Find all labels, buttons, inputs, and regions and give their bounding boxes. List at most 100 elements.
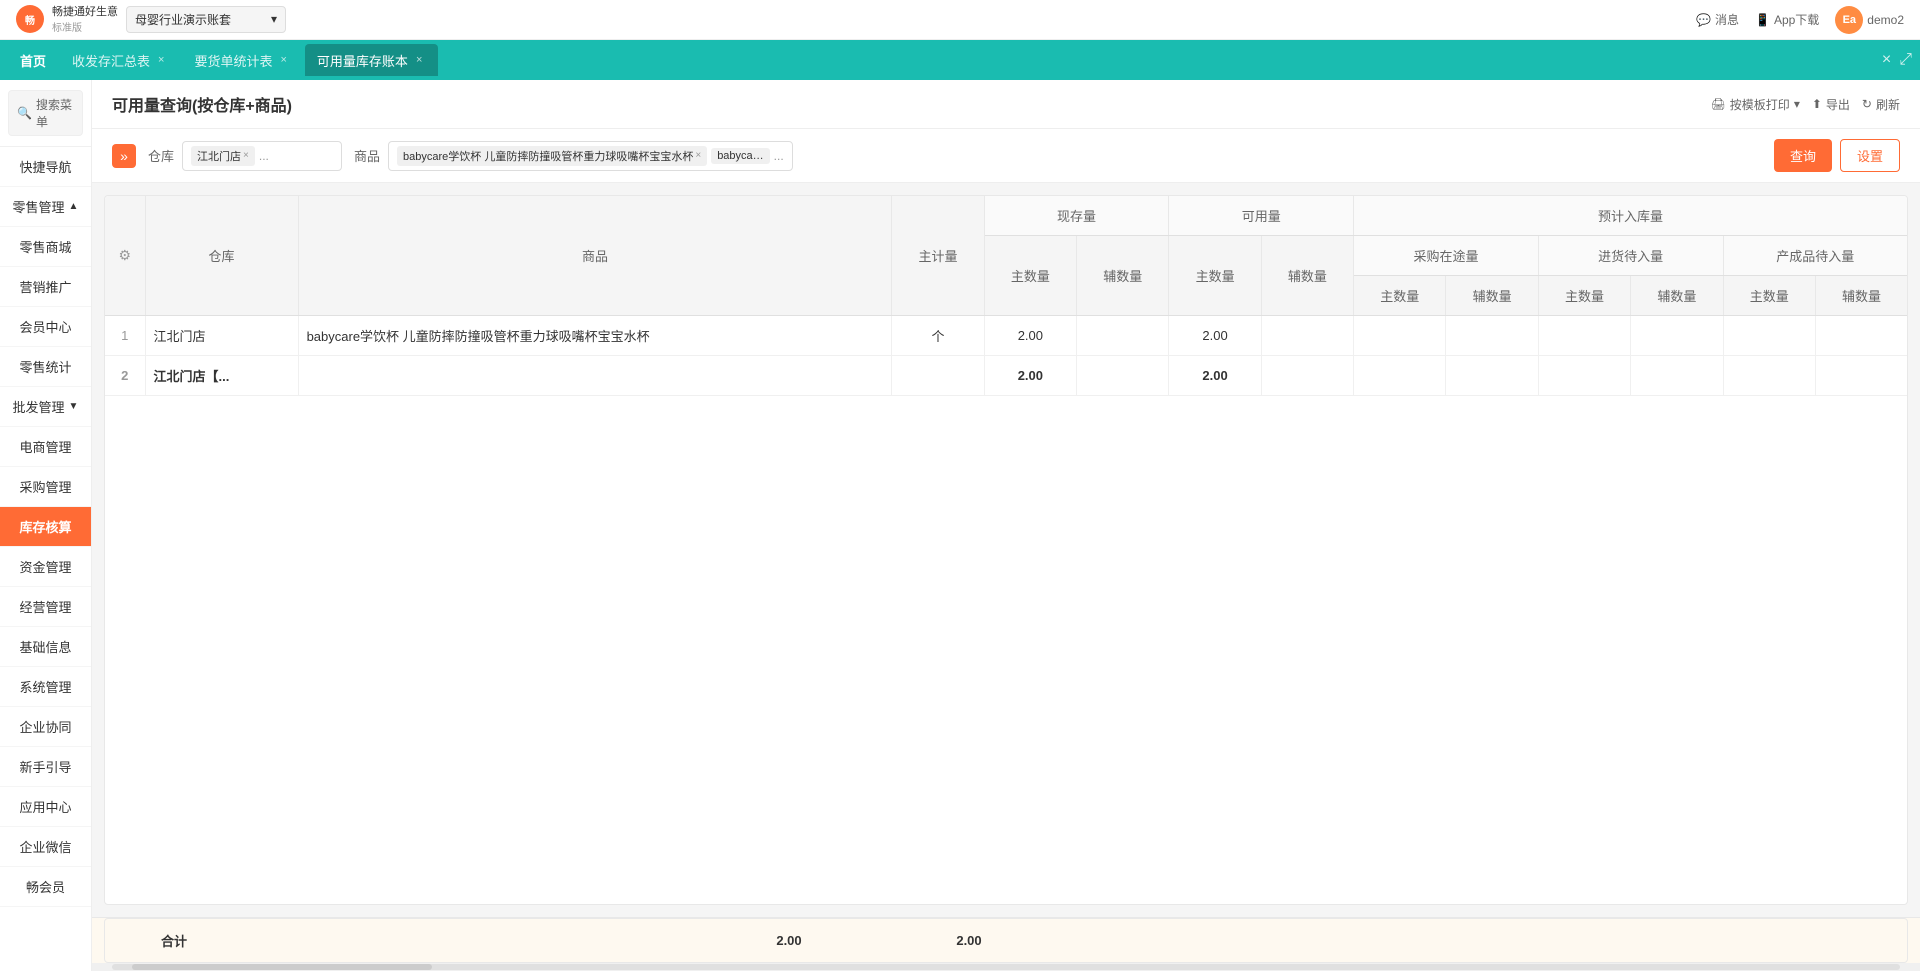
row-1-pp-aux	[1631, 316, 1723, 356]
row-2-product	[298, 356, 892, 396]
product-filter: 商品 babycare学饮杯 儿童防摔防撞吸管杯重力球吸嘴杯宝宝水杯 × bab…	[354, 141, 793, 171]
th-product: 商品	[298, 196, 892, 316]
th-purchase-transit-aux: 辅数量	[1446, 276, 1538, 316]
tab-order-stats[interactable]: 要货单统计表 ×	[182, 44, 302, 76]
warehouse-input[interactable]: 江北门店 × ...	[182, 141, 342, 171]
top-bar-left: 畅 畅捷通好生意 标准版 母婴行业演示账套 ▾	[16, 5, 286, 34]
content-area: 可用量查询(按仓库+商品) 🖨 按模板打印 ▾ ⬆ 导出 ↻ 刷新	[92, 80, 1920, 971]
sidebar-item-member[interactable]: 畅会员	[0, 867, 91, 907]
th-purchase-pending-group: 进货待入量	[1538, 236, 1723, 276]
row-2-pp-main	[1538, 356, 1630, 396]
tab-available-inventory-close[interactable]: ×	[412, 52, 426, 68]
product-tag2: babyca…	[711, 148, 769, 164]
tab-home[interactable]: 首页	[8, 44, 58, 76]
app-download-btn[interactable]: 📱 App下载	[1755, 11, 1819, 28]
row-2-pp-aux	[1631, 356, 1723, 396]
table-row: 2 江北门店【... 2.00 2.00	[105, 356, 1907, 396]
brand-info: 畅捷通好生意 标准版	[52, 5, 118, 34]
page-header-actions: 🖨 按模板打印 ▾ ⬆ 导出 ↻ 刷新	[1711, 96, 1900, 113]
sidebar-item-retail-stats[interactable]: 零售统计	[0, 347, 91, 387]
avatar: Ea	[1835, 6, 1863, 34]
sidebar-item-inventory[interactable]: 库存核算	[0, 507, 91, 547]
warehouse-filter: 仓库 江北门店 × ...	[148, 141, 342, 171]
sidebar-item-system[interactable]: 系统管理	[0, 667, 91, 707]
product-tag1-close[interactable]: ×	[695, 150, 701, 161]
user-name: demo2	[1867, 13, 1904, 27]
sidebar-item-finance[interactable]: 资金管理	[0, 547, 91, 587]
product-label: 商品	[354, 146, 380, 165]
printer-icon: 🖨	[1711, 97, 1726, 111]
row-1-available-aux	[1261, 316, 1353, 356]
th-purchase-transit-main: 主数量	[1354, 276, 1446, 316]
warehouse-label: 仓库	[148, 146, 174, 165]
sidebar-item-wechat[interactable]: 企业微信	[0, 827, 91, 867]
search-menu-btn[interactable]: 🔍 搜索菜单	[8, 90, 83, 136]
th-available-main: 主数量	[1169, 236, 1261, 316]
tenant-name: 母婴行业演示账套	[135, 11, 231, 28]
product-more[interactable]: ...	[774, 149, 784, 163]
row-1-available-main: 2.00	[1169, 316, 1261, 356]
th-purchase-transit-group: 采购在途量	[1354, 236, 1539, 276]
row-1-current-main: 2.00	[984, 316, 1076, 356]
top-bar-right: 💬 消息 📱 App下载 Ea demo2	[1696, 6, 1904, 34]
col-settings-icon[interactable]: ⚙	[118, 247, 131, 263]
sidebar-item-retail-mall[interactable]: 零售商城	[0, 227, 91, 267]
sidebar-item-retail-mgmt[interactable]: 零售管理 ▲	[0, 187, 91, 227]
sidebar-item-wholesale-mgmt[interactable]: 批发管理 ▼	[0, 387, 91, 427]
row-2-available-aux	[1261, 356, 1353, 396]
tab-order-stats-label: 要货单统计表	[194, 51, 272, 70]
filter-actions: 查询 设置	[1774, 139, 1900, 172]
row-2-current-aux	[1077, 356, 1169, 396]
message-btn[interactable]: 💬 消息	[1696, 11, 1739, 28]
th-purchase-pending-aux: 辅数量	[1631, 276, 1723, 316]
th-col-settings[interactable]: ⚙	[105, 196, 145, 316]
brand-name: 畅捷通好生意	[52, 5, 118, 19]
sidebar-item-newbie[interactable]: 新手引导	[0, 747, 91, 787]
warehouse-tag-close[interactable]: ×	[243, 150, 249, 161]
filter-toggle-btn[interactable]: »	[112, 144, 136, 168]
tenant-dropdown-icon[interactable]: ▾	[271, 12, 277, 26]
row-1-pt-aux	[1446, 316, 1538, 356]
search-menu-label: 搜索菜单	[36, 96, 74, 130]
sidebar-item-marketing[interactable]: 营销推广	[0, 267, 91, 307]
row-2-prod-aux	[1815, 356, 1907, 396]
query-button[interactable]: 查询	[1774, 139, 1832, 172]
sidebar-item-ecommerce[interactable]: 电商管理	[0, 427, 91, 467]
tab-order-stats-close[interactable]: ×	[276, 52, 290, 68]
message-label: 消息	[1715, 11, 1739, 28]
sidebar-item-app-center[interactable]: 应用中心	[0, 787, 91, 827]
sidebar-item-purchase[interactable]: 采购管理	[0, 467, 91, 507]
row-2-pt-main	[1354, 356, 1446, 396]
sidebar-item-operations[interactable]: 经营管理	[0, 587, 91, 627]
warehouse-more[interactable]: ...	[259, 149, 269, 163]
refresh-btn[interactable]: ↻ 刷新	[1862, 96, 1900, 113]
expand-window-btn[interactable]: ⤢	[1899, 51, 1912, 69]
row-1-current-aux	[1077, 316, 1169, 356]
tab-available-inventory[interactable]: 可用量库存账本 ×	[305, 44, 438, 76]
scroll-bar-thumb[interactable]	[132, 964, 432, 970]
th-product-pending-aux: 辅数量	[1815, 276, 1907, 316]
sidebar-item-quick-nav[interactable]: 快捷导航	[0, 147, 91, 187]
export-btn[interactable]: ⬆ 导出	[1812, 96, 1850, 113]
nav-tabs: 首页 收发存汇总表 × 要货单统计表 × 可用量库存账本 × × ⤢	[0, 40, 1920, 80]
user-profile[interactable]: Ea demo2	[1835, 6, 1904, 34]
tab-receivables-summary[interactable]: 收发存汇总表 ×	[60, 44, 180, 76]
sidebar-item-basic-info[interactable]: 基础信息	[0, 627, 91, 667]
settings-button[interactable]: 设置	[1840, 139, 1900, 172]
row-2-current-main: 2.00	[984, 356, 1076, 396]
row-1-prod-main	[1723, 316, 1815, 356]
close-window-btn[interactable]: ×	[1882, 51, 1891, 69]
tenant-selector[interactable]: 母婴行业演示账套 ▾	[126, 6, 286, 33]
scroll-bar-container	[92, 963, 1920, 971]
row-2-warehouse: 江北门店【...	[145, 356, 298, 396]
print-template-btn[interactable]: 🖨 按模板打印 ▾	[1711, 96, 1800, 113]
filter-bar: » 仓库 江北门店 × ... 商品 babycare学饮杯 儿童防摔防撞吸管杯…	[92, 129, 1920, 183]
table-row: 1 江北门店 babycare学饮杯 儿童防摔防撞吸管杯重力球吸嘴杯宝宝水杯 个…	[105, 316, 1907, 356]
tab-receivables-close[interactable]: ×	[154, 52, 168, 68]
export-icon: ⬆	[1812, 97, 1822, 111]
sidebar-item-member-center[interactable]: 会员中心	[0, 307, 91, 347]
product-input[interactable]: babycare学饮杯 儿童防摔防撞吸管杯重力球吸嘴杯宝宝水杯 × babyca…	[388, 141, 793, 171]
sidebar-item-enterprise[interactable]: 企业协同	[0, 707, 91, 747]
nav-window-btns: × ⤢	[1882, 51, 1912, 69]
scroll-bar-track	[112, 964, 1900, 970]
